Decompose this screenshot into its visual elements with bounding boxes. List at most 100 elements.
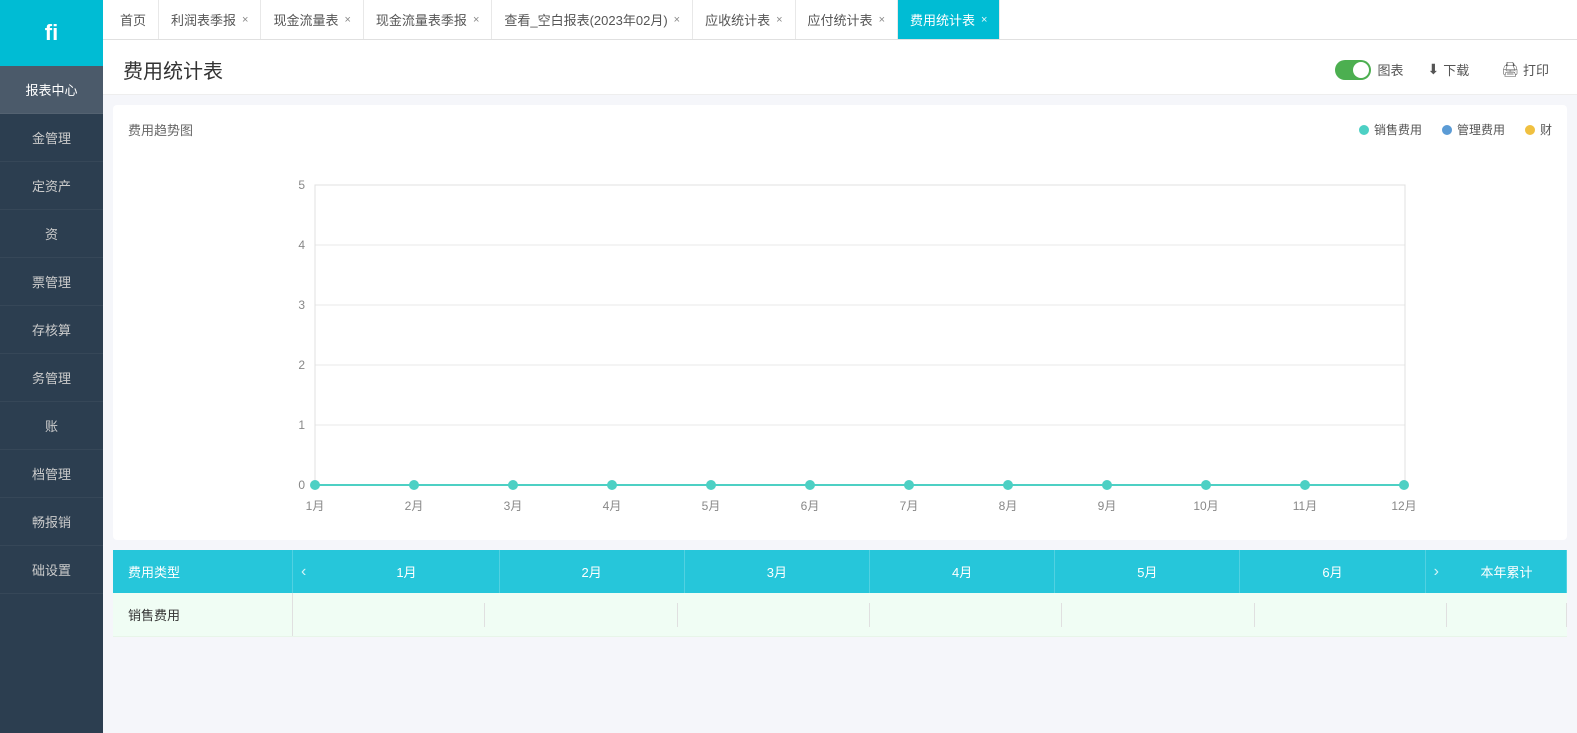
data-point — [607, 480, 617, 490]
app-logo: fi — [0, 0, 103, 66]
tab-home[interactable]: 首页 — [108, 0, 159, 40]
print-button[interactable]: 🖨 打印 — [1493, 56, 1557, 83]
chart-toggle-switch[interactable] — [1335, 60, 1371, 80]
close-tab-blank-report[interactable]: × — [674, 14, 680, 26]
line-chart: 5 4 3 2 1 0 — [128, 155, 1552, 525]
svg-text:3: 3 — [298, 298, 305, 312]
th-m2: 2月 — [500, 550, 685, 593]
chart-title: 费用趋势图 — [128, 120, 193, 139]
close-tab-cashflow[interactable]: × — [344, 14, 350, 26]
sidebar-item-fund-mgmt[interactable]: 金管理 — [0, 114, 103, 162]
close-tab-cashflow-quarterly[interactable]: × — [473, 14, 479, 26]
table-section: 费用类型 ‹ 1月 2月 3月 4月 5月 6月 › 本年累计 销售费用 — [113, 550, 1567, 637]
tab-cashflow[interactable]: 现金流量表 × — [261, 0, 363, 40]
data-point — [508, 480, 518, 490]
download-icon: ⬇ — [1427, 61, 1439, 78]
close-tab-payable[interactable]: × — [879, 14, 885, 26]
sidebar: fi 报表中心 金管理 定资产 资 票管理 存核算 务管理 账 档管理 畅报销 … — [0, 0, 103, 733]
td-m6 — [1255, 603, 1447, 627]
th-m4: 4月 — [870, 550, 1055, 593]
th-type: 费用类型 — [113, 550, 293, 593]
chart-toggle-label[interactable]: 图表 — [1335, 60, 1403, 80]
data-point — [1003, 480, 1013, 490]
data-point — [409, 480, 419, 490]
svg-text:2月: 2月 — [405, 499, 424, 513]
legend-dot-admin — [1442, 125, 1452, 135]
svg-text:1: 1 — [298, 418, 305, 432]
tab-bar: 首页 利润表季报 × 现金流量表 × 现金流量表季报 × 查看_空白报表(202… — [103, 0, 1577, 40]
sidebar-item-bill-mgmt[interactable]: 票管理 — [0, 258, 103, 306]
page-title: 费用统计表 — [123, 55, 223, 84]
data-point — [310, 480, 320, 490]
legend-dot-sales — [1359, 125, 1369, 135]
close-tab-expense-stats[interactable]: × — [981, 14, 987, 26]
td-m2 — [485, 603, 677, 627]
sidebar-item-report-center[interactable]: 报表中心 — [0, 66, 103, 114]
th-ytd: 本年累计 — [1447, 550, 1567, 593]
sidebar-item-inventory[interactable]: 存核算 — [0, 306, 103, 354]
sidebar-item-service-mgmt[interactable]: 务管理 — [0, 354, 103, 402]
print-icon: 🖨 — [1501, 61, 1519, 78]
sidebar-item-base-settings[interactable]: 础设置 — [0, 546, 103, 594]
th-m6: 6月 — [1240, 550, 1425, 593]
chart-legend: 销售费用 管理费用 财 — [1359, 121, 1552, 138]
chart-container: 5 4 3 2 1 0 — [128, 155, 1552, 525]
svg-text:12月: 12月 — [1391, 499, 1416, 513]
page-content: 费用统计表 图表 ⬇ 下载 🖨 打印 费用趋势图 — [103, 40, 1577, 733]
data-point — [706, 480, 716, 490]
svg-text:2: 2 — [298, 358, 305, 372]
svg-text:0: 0 — [298, 478, 305, 492]
td-m1 — [293, 603, 485, 627]
close-tab-receivable[interactable]: × — [776, 14, 782, 26]
next-months-button[interactable]: › — [1426, 563, 1447, 581]
data-point — [805, 480, 815, 490]
td-ytd — [1447, 603, 1567, 627]
legend-sales: 销售费用 — [1359, 121, 1422, 138]
prev-months-button[interactable]: ‹ — [293, 563, 314, 581]
svg-text:4月: 4月 — [603, 499, 622, 513]
legend-dot-finance — [1525, 125, 1535, 135]
data-point — [1300, 480, 1310, 490]
data-point — [904, 480, 914, 490]
svg-text:5: 5 — [298, 178, 305, 192]
svg-text:3月: 3月 — [504, 499, 523, 513]
data-point — [1102, 480, 1112, 490]
sidebar-item-investment[interactable]: 资 — [0, 210, 103, 258]
tab-receivable[interactable]: 应收统计表 × — [693, 0, 795, 40]
close-tab-profit-quarterly[interactable]: × — [242, 14, 248, 26]
svg-text:6月: 6月 — [801, 499, 820, 513]
th-m1: 1月 — [314, 550, 499, 593]
td-m3 — [678, 603, 870, 627]
svg-text:8月: 8月 — [999, 499, 1018, 513]
th-m5: 5月 — [1055, 550, 1240, 593]
header-actions: 图表 ⬇ 下载 🖨 打印 — [1335, 56, 1557, 83]
svg-text:10月: 10月 — [1193, 499, 1218, 513]
main-content: 首页 利润表季报 × 现金流量表 × 现金流量表季报 × 查看_空白报表(202… — [103, 0, 1577, 733]
legend-admin: 管理费用 — [1442, 121, 1505, 138]
chart-section: 费用趋势图 销售费用 管理费用 财 — [113, 105, 1567, 540]
download-button[interactable]: ⬇ 下载 — [1419, 56, 1477, 83]
tab-expense-stats[interactable]: 费用统计表 × — [898, 0, 1000, 40]
svg-text:7月: 7月 — [900, 499, 919, 513]
tab-blank-report[interactable]: 查看_空白报表(2023年02月) × — [492, 0, 693, 40]
svg-text:9月: 9月 — [1098, 499, 1117, 513]
td-m4 — [870, 603, 1062, 627]
data-point — [1399, 480, 1409, 490]
svg-text:5月: 5月 — [702, 499, 721, 513]
sidebar-item-expense[interactable]: 畅报销 — [0, 498, 103, 546]
sidebar-item-archive-mgmt[interactable]: 档管理 — [0, 450, 103, 498]
legend-finance: 财 — [1525, 121, 1552, 138]
tab-payable[interactable]: 应付统计表 × — [796, 0, 898, 40]
table-header: 费用类型 ‹ 1月 2月 3月 4月 5月 6月 › 本年累计 — [113, 550, 1567, 593]
sidebar-item-fixed-assets[interactable]: 定资产 — [0, 162, 103, 210]
td-type: 销售费用 — [113, 593, 293, 636]
sidebar-item-accounting[interactable]: 账 — [0, 402, 103, 450]
svg-text:11月: 11月 — [1293, 499, 1317, 513]
page-header: 费用统计表 图表 ⬇ 下载 🖨 打印 — [103, 40, 1577, 95]
table-row: 销售费用 — [113, 593, 1567, 637]
td-m5 — [1062, 603, 1254, 627]
tab-profit-quarterly[interactable]: 利润表季报 × — [159, 0, 261, 40]
data-point — [1201, 480, 1211, 490]
svg-text:4: 4 — [298, 238, 305, 252]
tab-cashflow-quarterly[interactable]: 现金流量表季报 × — [364, 0, 492, 40]
